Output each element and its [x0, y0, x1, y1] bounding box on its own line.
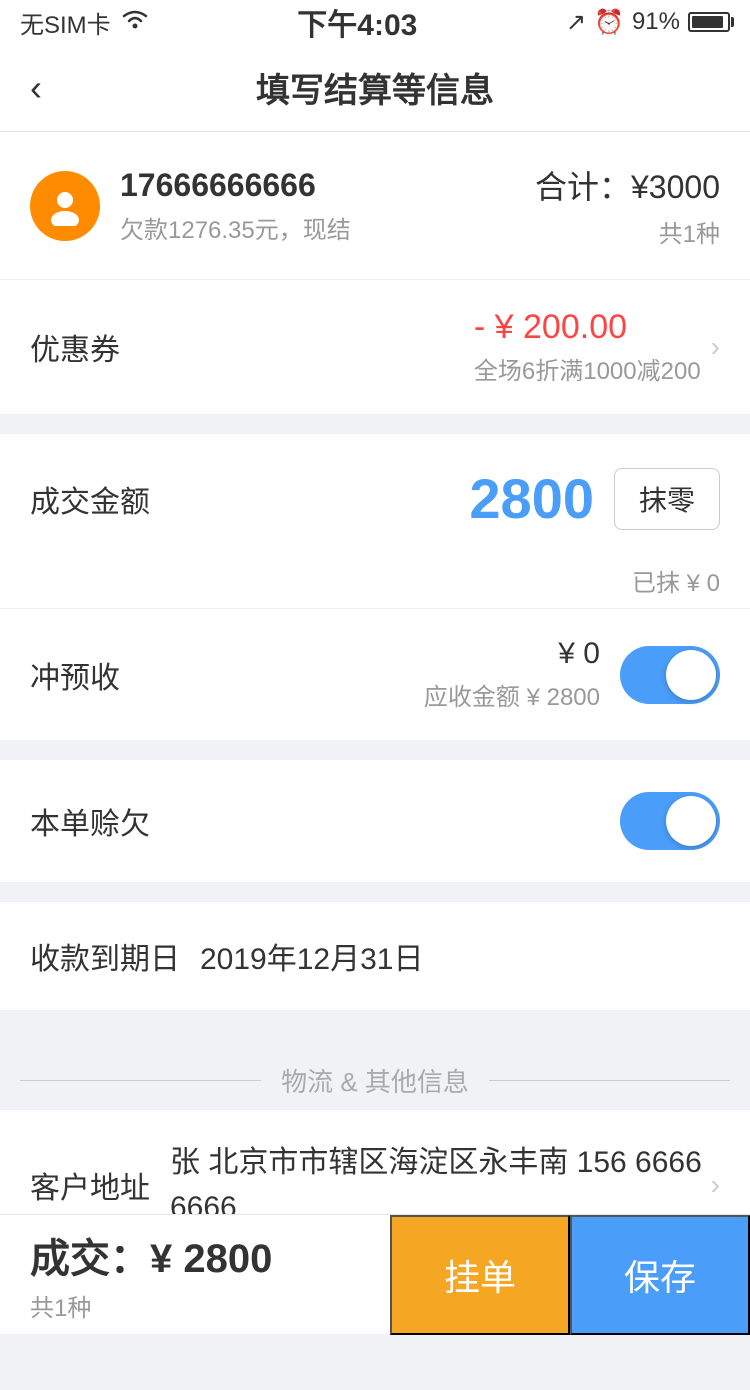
- save-button[interactable]: 保存: [570, 1215, 750, 1335]
- round-zero-button[interactable]: 抹零: [614, 468, 720, 530]
- customer-row: 17666666666 欠款1276.35元，现结 合计：¥3000 共1种: [0, 132, 750, 279]
- total-amount: 合计：¥3000: [535, 162, 720, 208]
- coupon-right: - ¥ 200.00 全场6折满1000减200 ›: [474, 308, 720, 386]
- logistics-section-label: 物流 & 其他信息: [281, 1062, 469, 1099]
- battery-percent: 91%: [632, 8, 680, 36]
- bottom-count: 共1种: [30, 1288, 360, 1323]
- deal-sub-text: 已抹 ¥ 0: [0, 563, 750, 608]
- debt-toggle[interactable]: [620, 792, 720, 850]
- toggle-knob: [666, 650, 716, 700]
- bottom-deal-label: 成交：: [30, 1237, 150, 1281]
- alarm-icon: ⏰: [594, 8, 624, 37]
- coupon-label: 优惠券: [30, 325, 120, 369]
- deal-section: 成交金额 2800 抹零 已抹 ¥ 0 冲预收 ¥ 0 应收金额 ¥ 2800: [0, 434, 750, 740]
- section-divider: 物流 & 其他信息: [0, 1050, 750, 1110]
- due-date-row: 收款到期日 2019年12月31日: [0, 902, 750, 1010]
- address-label: 客户地址: [30, 1163, 150, 1207]
- debt-row: 本单赊欠: [0, 760, 750, 882]
- nav-bar: ‹ 填写结算等信息: [0, 44, 750, 132]
- customer-debt: 欠款1276.35元，现结: [120, 210, 351, 245]
- customer-left: 17666666666 欠款1276.35元，现结: [30, 167, 351, 245]
- precollect-amount: ¥ 0: [424, 637, 600, 671]
- status-left: 无SIM卡: [20, 5, 149, 40]
- page-title: 填写结算等信息: [256, 63, 494, 112]
- customer-card: 17666666666 欠款1276.35元，现结 合计：¥3000 共1种 优…: [0, 132, 750, 414]
- back-button[interactable]: ‹: [30, 67, 42, 109]
- due-date-value: 2019年12月31日: [200, 934, 423, 978]
- battery-icon: [688, 12, 730, 32]
- due-date-label: 收款到期日: [30, 934, 180, 978]
- bottom-deal-amount: ¥ 2800: [150, 1237, 272, 1281]
- carrier-text: 无SIM卡: [20, 5, 111, 40]
- debt-toggle-knob: [666, 796, 716, 846]
- total-count: 共1种: [535, 214, 720, 249]
- bottom-summary: 成交：¥ 2800 共1种: [0, 1226, 390, 1323]
- avatar: [30, 171, 100, 241]
- precollect-label: 冲预收: [30, 653, 120, 697]
- wifi-icon: [121, 8, 149, 36]
- location-icon: ↗: [566, 8, 586, 37]
- hang-order-button[interactable]: 挂单: [390, 1215, 570, 1335]
- status-bar: 无SIM卡 下午4:03 ↗ ⏰ 91%: [0, 0, 750, 44]
- coupon-row[interactable]: 优惠券 - ¥ 200.00 全场6折满1000减200 ›: [0, 279, 750, 414]
- customer-total: 合计：¥3000 共1种: [535, 162, 720, 249]
- deal-amount-value: 2800: [469, 466, 594, 531]
- precollect-right: ¥ 0 应收金额 ¥ 2800: [424, 637, 720, 712]
- deal-right: 2800 抹零: [469, 466, 720, 531]
- divider-line-left: [20, 1080, 261, 1081]
- status-right: ↗ ⏰ 91%: [566, 8, 730, 37]
- precollect-amount-block: ¥ 0 应收金额 ¥ 2800: [424, 637, 600, 712]
- bottom-deal-line: 成交：¥ 2800: [30, 1226, 360, 1284]
- coupon-description: 全场6折满1000减200: [474, 351, 701, 386]
- deal-amount-row: 成交金额 2800 抹零: [0, 434, 750, 563]
- precollect-toggle[interactable]: [620, 646, 720, 704]
- customer-info: 17666666666 欠款1276.35元，现结: [120, 167, 351, 245]
- deal-amount-label: 成交金额: [30, 477, 150, 521]
- content-area: 17666666666 欠款1276.35元，现结 合计：¥3000 共1种 优…: [0, 132, 750, 1390]
- divider-line-right: [489, 1080, 730, 1081]
- status-time: 下午4:03: [297, 0, 417, 44]
- precollect-row: 冲预收 ¥ 0 应收金额 ¥ 2800: [0, 608, 750, 740]
- coupon-discount: - ¥ 200.00: [474, 308, 701, 347]
- address-chevron-icon: ›: [711, 1169, 720, 1201]
- bottom-bar: 成交：¥ 2800 共1种 挂单 保存: [0, 1214, 750, 1334]
- debt-label: 本单赊欠: [30, 799, 150, 843]
- coupon-chevron-icon: ›: [711, 331, 720, 363]
- customer-phone: 17666666666: [120, 167, 351, 204]
- precollect-sub: 应收金额 ¥ 2800: [424, 677, 600, 712]
